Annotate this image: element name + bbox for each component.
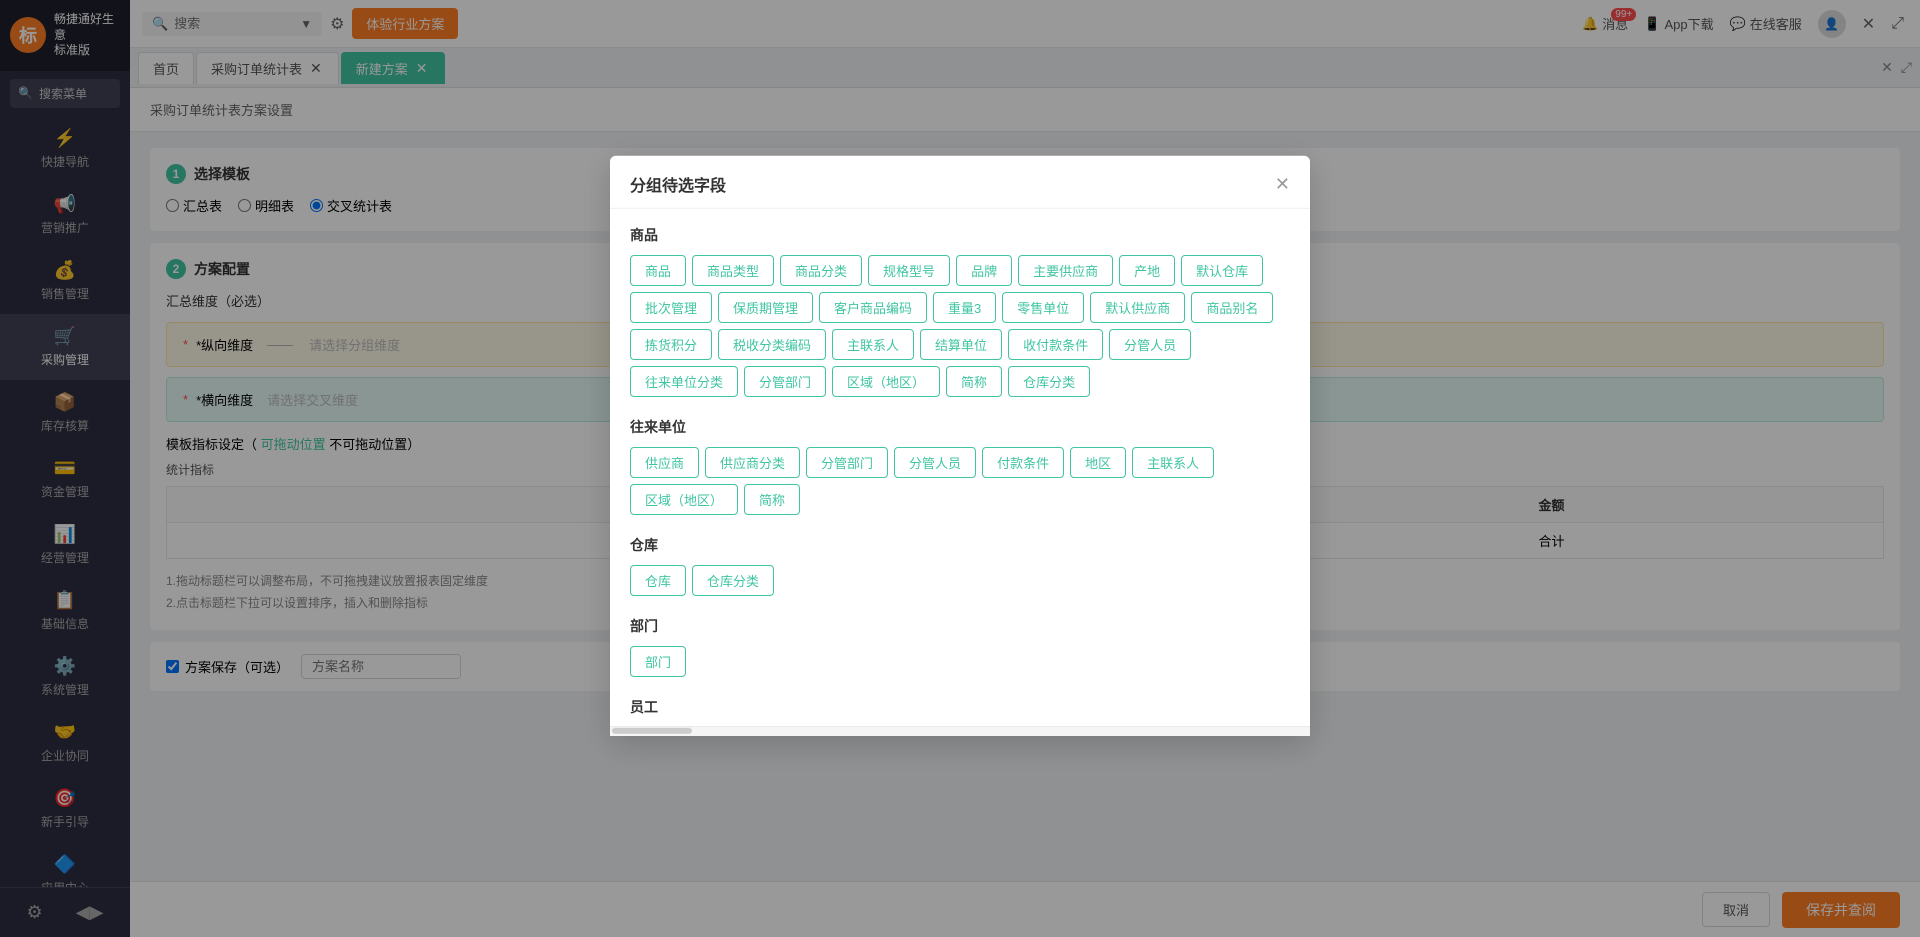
field-tag[interactable]: 保质期管理	[718, 291, 813, 322]
field-tag[interactable]: 主联系人	[1132, 446, 1214, 477]
field-group-staff: 员工 业务员	[630, 696, 1290, 726]
field-tag[interactable]: 分管部门	[744, 365, 826, 396]
dialog-hscrollbar[interactable]	[610, 726, 1310, 735]
field-group-partner: 往来单位 供应商供应商分类分管部门分管人员付款条件地区主联系人区域（地区）简称	[630, 416, 1290, 514]
field-tag[interactable]: 部门	[630, 645, 686, 676]
field-tag[interactable]: 主要供应商	[1018, 254, 1113, 285]
dialog-close-button[interactable]: ✕	[1275, 174, 1290, 192]
field-tag[interactable]: 默认仓库	[1181, 254, 1263, 285]
field-tag[interactable]: 地区	[1070, 446, 1126, 477]
field-tag[interactable]: 税收分类编码	[718, 328, 826, 359]
field-group-goods: 商品 商品商品类型商品分类规格型号品牌主要供应商产地默认仓库批次管理保质期管理客…	[630, 224, 1290, 396]
dialog-title: 分组待选字段	[630, 171, 726, 195]
field-tag[interactable]: 往来单位分类	[630, 365, 738, 396]
dialog-header: 分组待选字段 ✕	[610, 155, 1310, 208]
warehouse-field-tags: 仓库仓库分类	[630, 564, 1290, 595]
field-tag[interactable]: 商品类型	[692, 254, 774, 285]
field-group-warehouse: 仓库 仓库仓库分类	[630, 534, 1290, 595]
field-tag[interactable]: 简称	[946, 365, 1002, 396]
field-tag[interactable]: 拣货积分	[630, 328, 712, 359]
field-tag[interactable]: 简称	[744, 483, 800, 514]
field-group-partner-title: 往来单位	[630, 416, 1290, 436]
field-tag[interactable]: 供应商分类	[705, 446, 800, 477]
dialog-hscroll-thumb	[612, 728, 692, 734]
field-tag[interactable]: 默认供应商	[1090, 291, 1185, 322]
partner-field-tags: 供应商供应商分类分管部门分管人员付款条件地区主联系人区域（地区）简称	[630, 446, 1290, 514]
field-tag[interactable]: 商品	[630, 254, 686, 285]
field-tag[interactable]: 主联系人	[832, 328, 914, 359]
field-tag[interactable]: 重量3	[933, 291, 996, 322]
goods-field-tags: 商品商品类型商品分类规格型号品牌主要供应商产地默认仓库批次管理保质期管理客户商品…	[630, 254, 1290, 396]
field-tag[interactable]: 区域（地区）	[630, 483, 738, 514]
field-tag[interactable]: 商品分类	[780, 254, 862, 285]
field-tag[interactable]: 产地	[1119, 254, 1175, 285]
field-tag[interactable]: 仓库分类	[692, 564, 774, 595]
field-tag[interactable]: 仓库分类	[1008, 365, 1090, 396]
field-tag[interactable]: 区域（地区）	[832, 365, 940, 396]
dialog-body[interactable]: 商品 商品商品类型商品分类规格型号品牌主要供应商产地默认仓库批次管理保质期管理客…	[610, 208, 1310, 726]
field-select-dialog: 分组待选字段 ✕ 商品 商品商品类型商品分类规格型号品牌主要供应商产地默认仓库批…	[610, 155, 1310, 735]
field-tag[interactable]: 品牌	[956, 254, 1012, 285]
department-field-tags: 部门	[630, 645, 1290, 676]
field-group-goods-title: 商品	[630, 224, 1290, 244]
field-tag[interactable]: 分管部门	[806, 446, 888, 477]
field-group-department: 部门 部门	[630, 615, 1290, 676]
field-tag[interactable]: 零售单位	[1002, 291, 1084, 322]
field-tag[interactable]: 供应商	[630, 446, 699, 477]
field-tag[interactable]: 收付款条件	[1008, 328, 1103, 359]
field-group-staff-title: 员工	[630, 696, 1290, 716]
field-tag[interactable]: 批次管理	[630, 291, 712, 322]
field-tag[interactable]: 付款条件	[982, 446, 1064, 477]
field-tag[interactable]: 分管人员	[1109, 328, 1191, 359]
field-tag[interactable]: 结算单位	[920, 328, 1002, 359]
field-tag[interactable]: 仓库	[630, 564, 686, 595]
field-tag[interactable]: 客户商品编码	[819, 291, 927, 322]
field-tag[interactable]: 商品别名	[1191, 291, 1273, 322]
field-tag[interactable]: 规格型号	[868, 254, 950, 285]
field-tag[interactable]: 分管人员	[894, 446, 976, 477]
field-group-warehouse-title: 仓库	[630, 534, 1290, 554]
field-group-department-title: 部门	[630, 615, 1290, 635]
